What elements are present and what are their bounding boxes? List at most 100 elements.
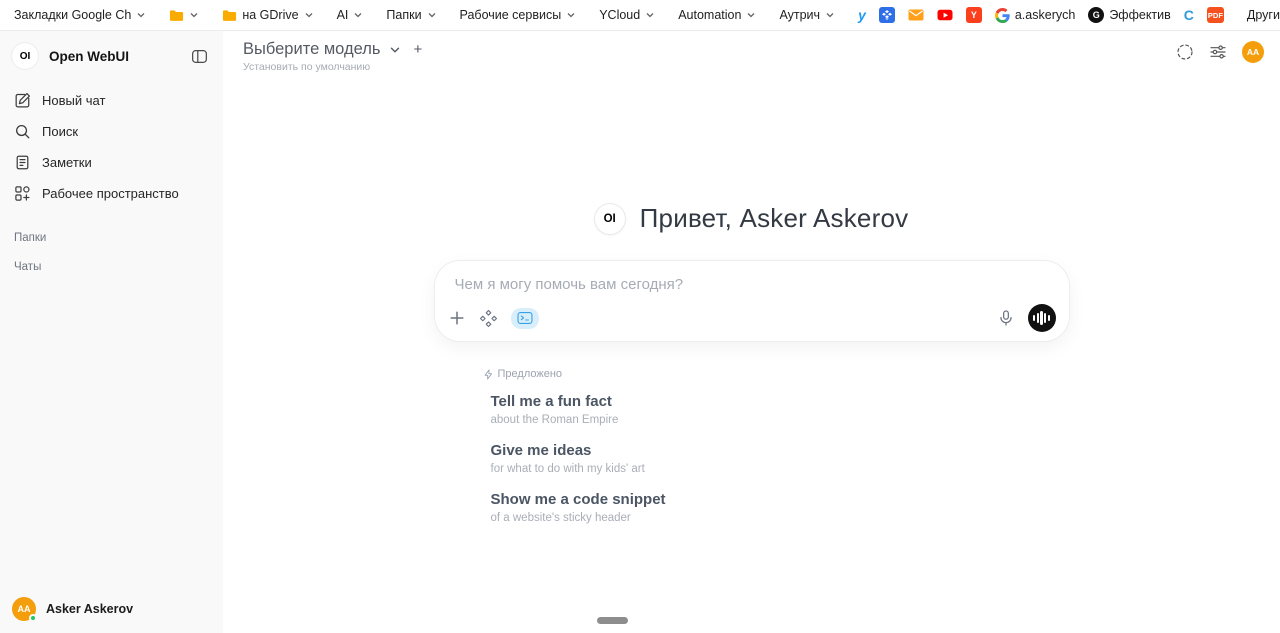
blue-c-icon: C bbox=[1183, 7, 1194, 23]
chevron-down-icon bbox=[747, 13, 755, 18]
other-bookmarks[interactable]: Другие закладки bbox=[1247, 8, 1280, 22]
search-icon bbox=[15, 124, 30, 139]
notes-icon bbox=[16, 155, 29, 170]
app-name: Open WebUI bbox=[49, 48, 130, 64]
greeting-block: OI Привет, Asker Askerov bbox=[434, 203, 1070, 234]
bookmark-blue-c[interactable]: C bbox=[1184, 7, 1194, 23]
bookmark-label: AI bbox=[336, 8, 349, 22]
bookmarks-bar: Закладки Google Ch на GDrive AI Папки Ра… bbox=[0, 0, 1280, 31]
suggestions-block: Предложено Tell me a fun fact about the … bbox=[434, 368, 1070, 525]
folder-icon bbox=[223, 9, 237, 21]
suggested-label: Предложено bbox=[497, 368, 563, 380]
bookmark-getcourse[interactable]: G Эффектив bbox=[1088, 7, 1171, 23]
bookmark-folder-papki[interactable]: Папки bbox=[386, 8, 436, 22]
sidebar-item-label: Рабочее пространство bbox=[42, 186, 179, 201]
suggestion-item[interactable]: Give me ideas for what to do with my kid… bbox=[434, 441, 1070, 476]
waveform-icon bbox=[1033, 315, 1036, 321]
add-model-button[interactable]: + bbox=[413, 41, 422, 58]
chevron-down-icon bbox=[428, 13, 436, 18]
suggestion-title: Tell me a fun fact bbox=[490, 393, 612, 410]
sidebar-item-new-chat[interactable]: Новый чат bbox=[8, 85, 215, 116]
bookmark-youtube[interactable] bbox=[937, 7, 953, 23]
set-default-link[interactable]: Установить по умолчанию bbox=[243, 61, 422, 73]
chevron-down-icon bbox=[137, 13, 145, 18]
voice-call-button[interactable] bbox=[1027, 304, 1056, 332]
new-chat-icon bbox=[15, 92, 31, 108]
main-area: Выберите модель + Установить по умолчани… bbox=[223, 31, 1280, 633]
code-interpreter-toggle[interactable] bbox=[510, 307, 539, 329]
suggestion-title: Give me ideas bbox=[490, 442, 592, 459]
suggestion-item[interactable]: Show me a code snippet of a website's st… bbox=[434, 490, 1070, 525]
sidebar-header: OI Open WebUI bbox=[0, 31, 223, 79]
bookmark-yandex[interactable]: Y bbox=[965, 7, 982, 23]
integrations-icon bbox=[479, 309, 497, 327]
bookmark-google-account[interactable]: a.askerych bbox=[994, 7, 1075, 23]
workspace-icon bbox=[15, 186, 30, 201]
tools-button[interactable] bbox=[479, 309, 498, 328]
controls-button[interactable] bbox=[1209, 43, 1227, 61]
chevron-down-icon bbox=[190, 13, 198, 18]
model-selector[interactable]: Выберите модель bbox=[243, 40, 380, 59]
dashed-circle-icon bbox=[1177, 44, 1193, 60]
bookmark-pdf[interactable]: PDF bbox=[1206, 7, 1224, 23]
bookmark-blue-app[interactable] bbox=[878, 7, 895, 23]
suggestion-subtitle: about the Roman Empire bbox=[490, 414, 619, 426]
sidebar-section-folders[interactable]: Папки bbox=[0, 232, 223, 244]
chevron-down-icon bbox=[354, 13, 362, 18]
blue-app-icon bbox=[878, 7, 895, 23]
sidebar: OI Open WebUI Новый чат Поиск Заметки Ра… bbox=[0, 31, 223, 633]
folder-icon bbox=[170, 9, 184, 21]
bookmark-folder-outreach[interactable]: Аутрич bbox=[779, 8, 835, 22]
bottom-indicator bbox=[597, 617, 628, 624]
bookmark-folder-unnamed[interactable] bbox=[169, 9, 199, 22]
sidebar-user-menu[interactable]: AA Asker Askerov bbox=[0, 587, 223, 633]
bookmark-mail[interactable] bbox=[908, 7, 924, 23]
mail-icon bbox=[908, 9, 924, 21]
screen: Закладки Google Ch на GDrive AI Папки Ра… bbox=[0, 0, 1280, 633]
suggestion-subtitle: for what to do with my kids' art bbox=[490, 463, 645, 475]
yandex-icon: Y bbox=[965, 7, 982, 23]
chevron-down-icon bbox=[646, 13, 654, 18]
sidebar-item-search[interactable]: Поиск bbox=[8, 116, 215, 147]
bookmark-folder-ycloud[interactable]: YCloud bbox=[599, 8, 655, 22]
bookmark-label: Automation bbox=[678, 8, 742, 22]
dictate-button[interactable] bbox=[997, 309, 1015, 327]
pdf-icon: PDF bbox=[1206, 7, 1224, 23]
bookmark-folder-google-bookmarks[interactable]: Закладки Google Ch bbox=[14, 8, 146, 22]
sidebar-section-chats[interactable]: Чаты bbox=[0, 261, 223, 273]
message-input-box[interactable] bbox=[433, 260, 1070, 342]
bookmark-label: Аутрич bbox=[779, 8, 821, 22]
openwebui-hero-logo: OI bbox=[594, 203, 625, 234]
openwebui-logo: OI bbox=[12, 43, 38, 69]
suggestion-subtitle: of a website's sticky header bbox=[490, 512, 631, 524]
sidebar-toggle-button[interactable] bbox=[190, 47, 209, 66]
suggestion-item[interactable]: Tell me a fun fact about the Roman Empir… bbox=[434, 392, 1070, 427]
sidebar-item-label: Заметки bbox=[42, 155, 92, 170]
user-name: Asker Askerov bbox=[46, 602, 134, 616]
attach-button[interactable] bbox=[448, 309, 466, 327]
chevron-down-icon bbox=[826, 13, 834, 18]
bookmark-label: на GDrive bbox=[242, 8, 299, 22]
bookmark-folder-ai[interactable]: AI bbox=[337, 8, 364, 22]
youtube-icon bbox=[937, 9, 953, 21]
bookmark-label: YCloud bbox=[599, 8, 641, 22]
temporary-chat-button[interactable] bbox=[1176, 43, 1194, 61]
sliders-icon bbox=[1210, 45, 1226, 59]
sidebar-item-label: Поиск bbox=[42, 124, 79, 139]
bolt-icon bbox=[484, 368, 492, 380]
bookmark-label: Закладки Google Ch bbox=[14, 8, 132, 22]
bookmark-folder-gdrive[interactable]: на GDrive bbox=[222, 8, 313, 22]
chevron-down-icon bbox=[567, 13, 575, 18]
bookmark-folder-work-services[interactable]: Рабочие сервисы bbox=[460, 8, 577, 22]
header-user-avatar[interactable]: AA bbox=[1242, 41, 1264, 63]
sidebar-toggle-icon bbox=[192, 49, 207, 63]
yandex-browser-icon: y bbox=[858, 7, 866, 23]
sidebar-item-notes[interactable]: Заметки bbox=[8, 147, 215, 178]
sidebar-item-workspace[interactable]: Рабочее пространство bbox=[8, 178, 215, 209]
chevron-down-icon[interactable] bbox=[389, 44, 401, 56]
bookmark-favicons: y Y a.askerych G Эффектив C PDF bbox=[858, 7, 1224, 23]
bookmark-folder-automation[interactable]: Automation bbox=[678, 8, 756, 22]
input-toolbar bbox=[448, 304, 1056, 332]
bookmark-yandex-browser[interactable]: y bbox=[858, 7, 866, 23]
message-input[interactable] bbox=[454, 276, 1015, 293]
